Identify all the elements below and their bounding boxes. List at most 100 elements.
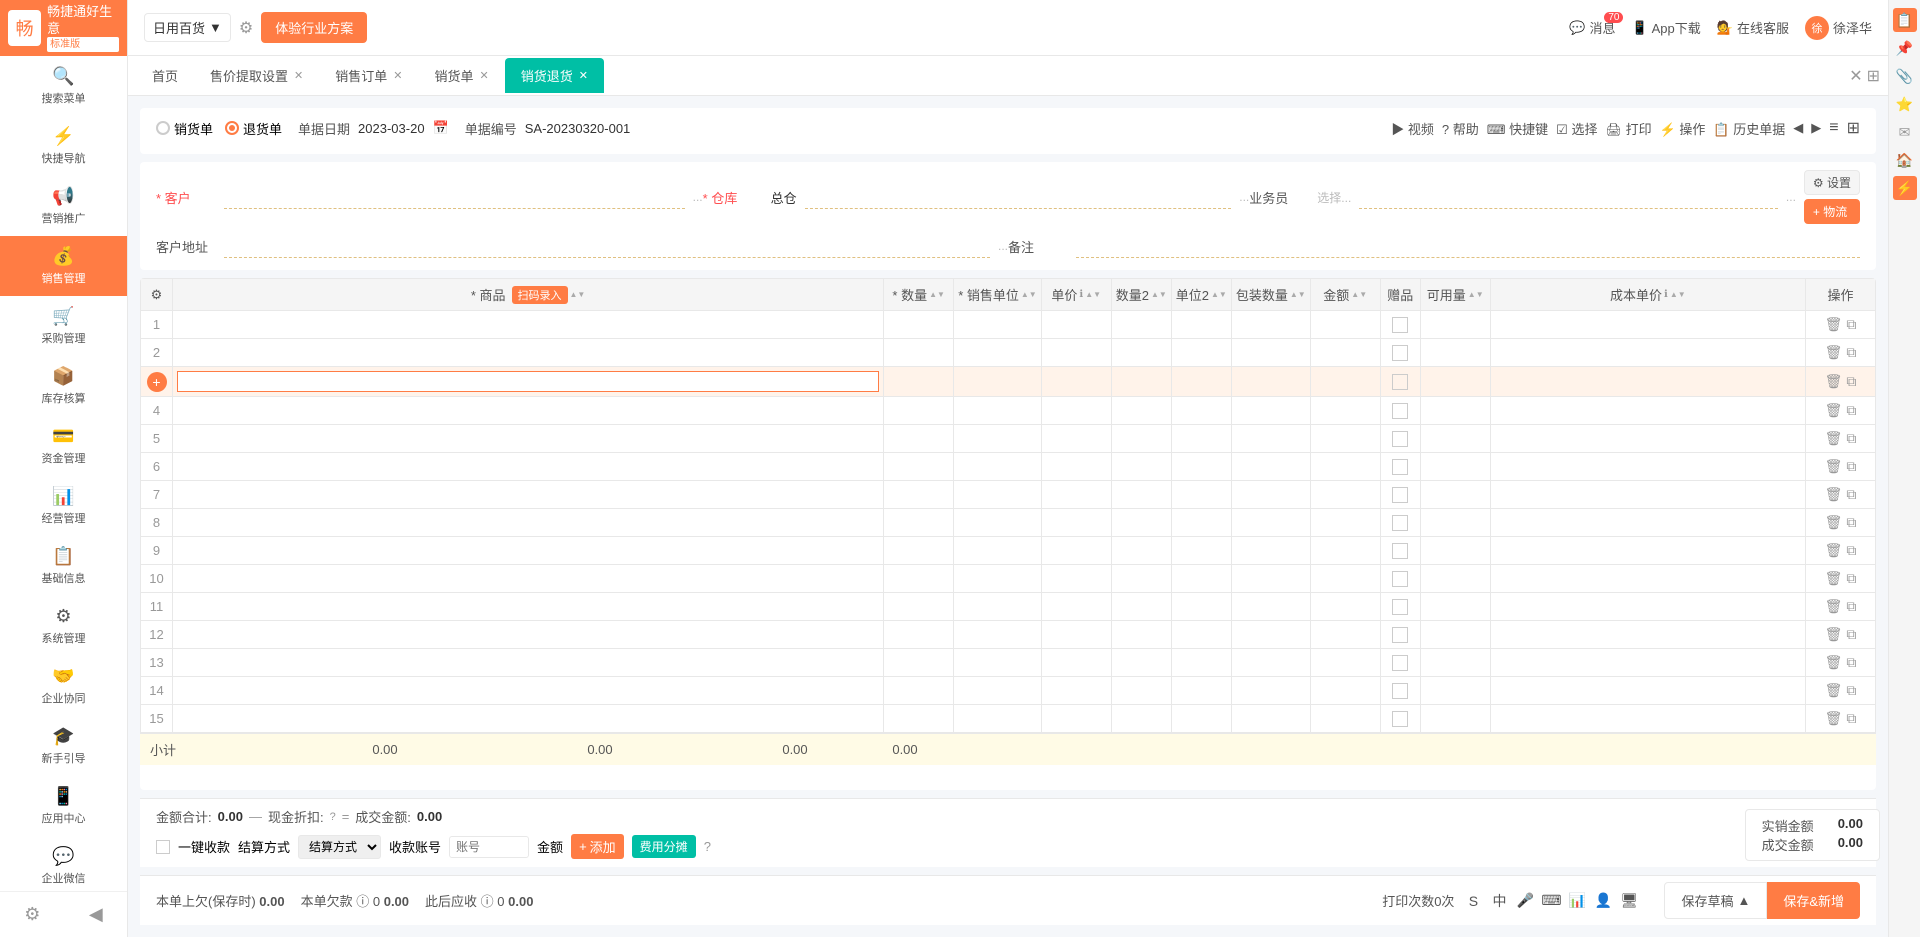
print-btn[interactable]: 🖨 打印 xyxy=(1605,119,1651,138)
cell-cost-4[interactable] xyxy=(1490,397,1805,425)
sidebar-item-11[interactable]: 🎓新手引导 xyxy=(0,716,127,776)
cell-price-4[interactable] xyxy=(1041,397,1111,425)
cell-amount-7[interactable] xyxy=(1310,481,1380,509)
cell-avail-15[interactable] xyxy=(1420,705,1490,733)
sidebar-item-8[interactable]: 📋基础信息 xyxy=(0,536,127,596)
cell-product-2[interactable] xyxy=(173,339,884,367)
cell-unit2-10[interactable] xyxy=(1171,565,1231,593)
cell-gift-5[interactable] xyxy=(1380,425,1420,453)
cell-amount-8[interactable] xyxy=(1310,509,1380,537)
shortcut-btn[interactable]: ⌨ 快捷键 xyxy=(1487,119,1548,138)
sort-icon-price[interactable]: ▲▼ xyxy=(1085,291,1101,299)
radio-return[interactable]: 退货单 xyxy=(225,119,282,138)
cell-unit-8[interactable] xyxy=(954,509,1042,537)
cell-avail-7[interactable] xyxy=(1420,481,1490,509)
cell-unit-3[interactable] xyxy=(954,367,1042,397)
video-btn[interactable]: ▶ 视频 xyxy=(1391,119,1434,138)
cell-cost-3[interactable] xyxy=(1490,367,1805,397)
cell-amount-14[interactable] xyxy=(1310,677,1380,705)
cell-qty2-2[interactable] xyxy=(1111,339,1171,367)
cell-unit2-4[interactable] xyxy=(1171,397,1231,425)
tab-close-2[interactable]: ✕ xyxy=(393,69,402,82)
tab-3[interactable]: 销货单✕ xyxy=(418,58,504,93)
cell-product-1[interactable] xyxy=(173,311,884,339)
scan-button[interactable]: 扫码录入 xyxy=(512,286,568,304)
save-draft-button[interactable]: 保存草稿 ▲ xyxy=(1664,882,1767,919)
gift-checkbox-12[interactable] xyxy=(1392,627,1408,643)
copy-row-10[interactable]: ⧉ xyxy=(1846,570,1856,587)
sort-icon-pack[interactable]: ▲▼ xyxy=(1290,291,1306,299)
cell-qty2-7[interactable] xyxy=(1111,481,1171,509)
cell-qty2-10[interactable] xyxy=(1111,565,1171,593)
cell-price-12[interactable] xyxy=(1041,621,1111,649)
gift-checkbox-15[interactable] xyxy=(1392,711,1408,727)
th-settings[interactable]: ⚙ xyxy=(141,279,173,311)
sort-icon-product[interactable]: ▲▼ xyxy=(570,291,586,299)
online-service-btn[interactable]: 💁 在线客服 xyxy=(1717,18,1789,37)
cell-cost-15[interactable] xyxy=(1490,705,1805,733)
copy-row-14[interactable]: ⧉ xyxy=(1846,682,1856,699)
cell-avail-12[interactable] xyxy=(1420,621,1490,649)
cell-qty-13[interactable] xyxy=(884,649,954,677)
cell-gift-15[interactable] xyxy=(1380,705,1420,733)
cell-price-2[interactable] xyxy=(1041,339,1111,367)
sidebar-item-4[interactable]: 🛒采购管理 xyxy=(0,296,127,356)
cell-pack-1[interactable] xyxy=(1231,311,1310,339)
cell-unit-13[interactable] xyxy=(954,649,1042,677)
cell-unit-5[interactable] xyxy=(954,425,1042,453)
cell-avail-6[interactable] xyxy=(1420,453,1490,481)
cell-avail-1[interactable] xyxy=(1420,311,1490,339)
delete-row-11[interactable]: 🗑 xyxy=(1825,598,1843,615)
cell-qty-9[interactable] xyxy=(884,537,954,565)
cell-gift-14[interactable] xyxy=(1380,677,1420,705)
cell-amount-5[interactable] xyxy=(1310,425,1380,453)
sort-icon-qty2[interactable]: ▲▼ xyxy=(1151,291,1167,299)
cell-unit2-2[interactable] xyxy=(1171,339,1231,367)
cell-gift-6[interactable] xyxy=(1380,453,1420,481)
cell-pack-7[interactable] xyxy=(1231,481,1310,509)
cell-avail-4[interactable] xyxy=(1420,397,1490,425)
cell-unit-7[interactable] xyxy=(954,481,1042,509)
expense-split-btn[interactable]: 费用分摊 xyxy=(632,835,696,858)
cell-qty2-14[interactable] xyxy=(1111,677,1171,705)
sidebar-item-0[interactable]: 🔍搜索菜单 xyxy=(0,56,127,116)
calendar-icon[interactable]: 📅 xyxy=(433,120,449,136)
cell-avail-13[interactable] xyxy=(1420,649,1490,677)
cell-product-7[interactable] xyxy=(173,481,884,509)
sort-icon-cost[interactable]: ▲▼ xyxy=(1670,291,1686,299)
cell-qty2-3[interactable] xyxy=(1111,367,1171,397)
cell-gift-4[interactable] xyxy=(1380,397,1420,425)
cell-qty-11[interactable] xyxy=(884,593,954,621)
cell-price-11[interactable] xyxy=(1041,593,1111,621)
toolbar-icon-7[interactable]: 🖥 xyxy=(1618,890,1640,912)
copy-row-8[interactable]: ⧉ xyxy=(1846,514,1856,531)
copy-row-4[interactable]: ⧉ xyxy=(1846,402,1856,419)
cell-pack-12[interactable] xyxy=(1231,621,1310,649)
user-menu[interactable]: 徐 徐泽华 xyxy=(1805,16,1872,40)
toolbar-icon-6[interactable]: 👤 xyxy=(1592,890,1614,912)
cell-unit-11[interactable] xyxy=(954,593,1042,621)
delete-row-7[interactable]: 🗑 xyxy=(1825,486,1843,503)
sidebar-item-10[interactable]: 🤝企业协同 xyxy=(0,656,127,716)
view1-btn[interactable]: ≡ xyxy=(1829,119,1838,137)
copy-row-15[interactable]: ⧉ xyxy=(1846,710,1856,727)
product-input-3[interactable] xyxy=(177,371,879,392)
cell-product-5[interactable] xyxy=(173,425,884,453)
gift-checkbox-4[interactable] xyxy=(1392,403,1408,419)
cell-pack-6[interactable] xyxy=(1231,453,1310,481)
copy-row-6[interactable]: ⧉ xyxy=(1846,458,1856,475)
cell-cost-7[interactable] xyxy=(1490,481,1805,509)
delete-row-4[interactable]: 🗑 xyxy=(1825,402,1843,419)
tab-close-4[interactable]: ✕ xyxy=(579,69,588,82)
toolbar-icon-4[interactable]: ⌨ xyxy=(1540,890,1562,912)
cell-amount-10[interactable] xyxy=(1310,565,1380,593)
cell-pack-5[interactable] xyxy=(1231,425,1310,453)
cell-qty2-1[interactable] xyxy=(1111,311,1171,339)
cell-amount-4[interactable] xyxy=(1310,397,1380,425)
cell-cost-2[interactable] xyxy=(1490,339,1805,367)
cell-cost-5[interactable] xyxy=(1490,425,1805,453)
cell-unit2-5[interactable] xyxy=(1171,425,1231,453)
cell-gift-10[interactable] xyxy=(1380,565,1420,593)
copy-row-11[interactable]: ⧉ xyxy=(1846,598,1856,615)
copy-row-5[interactable]: ⧉ xyxy=(1846,430,1856,447)
